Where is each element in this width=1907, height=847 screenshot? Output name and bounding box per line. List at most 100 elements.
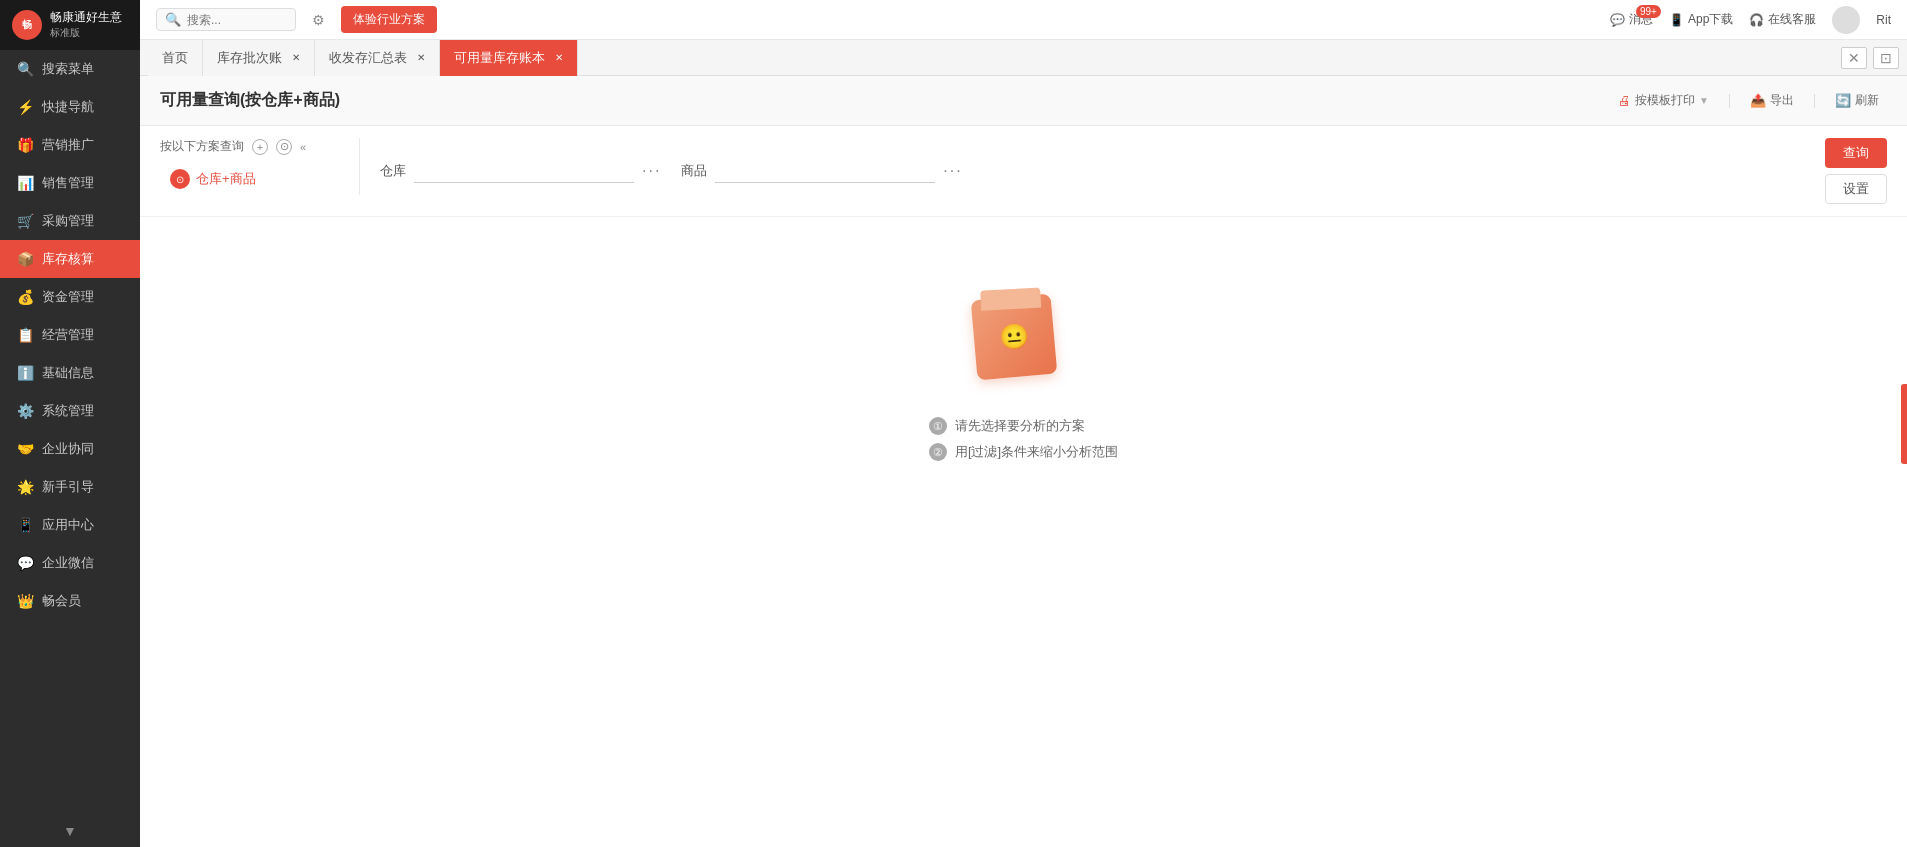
empty-tips: ① 请先选择要分析的方案 ② 用[过滤]条件来缩小分析范围 [929,417,1118,461]
sidebar-item-purchase[interactable]: 🛒采购管理 [0,202,140,240]
goods-input[interactable] [715,159,935,183]
sidebar-item-label: 应用中心 [42,516,94,534]
avatar[interactable] [1832,6,1860,34]
sidebar-item-finance[interactable]: 💰资金管理 [0,278,140,316]
sidebar-item-search[interactable]: 🔍 搜索菜单 [0,50,140,88]
sidebar-item-label: 企业协同 [42,440,94,458]
topbar-search-box[interactable]: 🔍 [156,8,296,31]
warehouse-more-icon[interactable]: ··· [642,162,661,180]
close-window-button[interactable]: ✕ [1841,47,1867,69]
sidebar-item-newuser[interactable]: 🌟 新手引导 [0,468,140,506]
sidebar-scroll-down[interactable]: ▼ [0,815,140,847]
settings-button[interactable]: 设置 [1825,174,1887,204]
collapse-icon[interactable]: « [300,141,306,153]
enterprise-icon: 🤝 [16,441,34,457]
page-title: 可用量查询(按仓库+商品) [160,90,340,111]
page-content: 可用量查询(按仓库+商品) 🖨 按模板打印 ▼ 📤 导出 🔄 刷新 [140,76,1907,847]
tab-close-available[interactable]: ✕ [555,52,563,63]
tab-summary[interactable]: 收发存汇总表 ✕ [315,40,440,76]
newuser-icon: 🌟 [16,479,34,495]
tab-label-available: 可用量库存账本 [454,49,545,67]
scroll-indicator [1901,384,1907,464]
goods-label: 商品 [681,162,707,180]
member-icon: 👑 [16,593,34,609]
tab-label-batch: 库存批次账 [217,49,282,67]
empty-state: 😐 ① 请先选择要分析的方案 ② 用[过滤]条件来缩小分析范围 [140,217,1907,541]
export-button[interactable]: 📤 导出 [1742,88,1802,113]
tab-batch[interactable]: 库存批次账 ✕ [203,40,315,76]
sidebar-item-sales[interactable]: 📊销售管理 [0,164,140,202]
sidebar-item-label: 畅会员 [42,592,81,610]
tab-bar: 首页库存批次账 ✕ 收发存汇总表 ✕ 可用量库存账本 ✕ ✕ ⊡ [140,40,1907,76]
tab-available[interactable]: 可用量库存账本 ✕ [440,40,578,76]
sidebar-item-appcenter[interactable]: 📱应用中心 [0,506,140,544]
print-icon: 🖨 [1618,93,1631,108]
sidebar-item-label: 销售管理 [42,174,94,192]
settings-scheme-icon[interactable]: ⊙ [276,139,292,155]
sidebar-item-label: 基础信息 [42,364,94,382]
goods-filter: 商品 ··· [681,159,962,183]
filter-scheme-item[interactable]: ⊙ 仓库+商品 [160,163,343,195]
sidebar-item-system[interactable]: ⚙️系统管理 [0,392,140,430]
sidebar-item-member[interactable]: 👑 畅会员 [0,582,140,620]
query-button[interactable]: 查询 [1825,138,1887,168]
add-scheme-icon[interactable]: + [252,139,268,155]
filter-area: 按以下方案查询 + ⊙ « ⊙ 仓库+商品 仓库 ··· [140,126,1907,217]
sidebar-nav: 🔍 搜索菜单 ⚡快捷导航 🎁 营销推广 📊销售管理🛒采购管理📦库存核算💰资金管理📋经营管理… [0,50,140,815]
gear-icon[interactable]: ⚙ [308,8,329,32]
maximize-window-button[interactable]: ⊡ [1873,47,1899,69]
tip-num-2: ② [929,443,947,461]
sidebar-item-label: 新手引导 [42,478,94,496]
tab-home[interactable]: 首页 [148,40,203,76]
sidebar-item-label: 搜索菜单 [42,60,94,78]
sidebar-item-label: 采购管理 [42,212,94,230]
divider [1729,94,1730,108]
trial-button[interactable]: 体验行业方案 [341,6,437,33]
sidebar-item-label: 库存核算 [42,250,94,268]
app-download-button[interactable]: 📱 App下载 [1669,11,1733,28]
basic-icon: ℹ️ [16,365,34,381]
scheme-icon: ⊙ [170,169,190,189]
warehouse-input[interactable] [414,159,634,183]
message-button[interactable]: 💬 消息 99+ [1610,11,1653,28]
sidebar-item-enterprise[interactable]: 🤝 企业协同 [0,430,140,468]
tip-num-1: ① [929,417,947,435]
headset-icon: 🎧 [1749,13,1764,27]
search-icon: 🔍 [16,61,34,77]
online-service-button[interactable]: 🎧 在线客服 [1749,11,1816,28]
tab-close-batch[interactable]: ✕ [292,52,300,63]
empty-box-face: 😐 [997,322,1029,353]
search-input[interactable] [187,13,287,27]
search-icon: 🔍 [165,12,181,27]
export-icon: 📤 [1750,93,1766,108]
topbar: 🔍 ⚙ 体验行业方案 💬 消息 99+ 📱 App下载 🎧 在线客服 Rit [140,0,1907,40]
sidebar: 畅 畅康通好生意 标准版 🔍 搜索菜单 ⚡快捷导航 🎁 营销推广 📊销售管理🛒采购管理📦库… [0,0,140,847]
filter-scheme-panel: 按以下方案查询 + ⊙ « ⊙ 仓库+商品 [160,138,360,195]
sidebar-item-label: 资金管理 [42,288,94,306]
main-content: 🔍 ⚙ 体验行业方案 💬 消息 99+ 📱 App下载 🎧 在线客服 Rit [140,0,1907,847]
sidebar-item-basic[interactable]: ℹ️ 基础信息 [0,354,140,392]
sidebar-subtitle: 标准版 [50,26,122,40]
empty-tip-2: ② 用[过滤]条件来缩小分析范围 [929,443,1118,461]
system-icon: ⚙️ [16,403,34,419]
sidebar-item-label: 经营管理 [42,326,94,344]
sidebar-item-label: 快捷导航 [42,98,94,116]
tab-label-summary: 收发存汇总表 [329,49,407,67]
sidebar-header: 畅 畅康通好生意 标准版 [0,0,140,50]
print-button[interactable]: 🖨 按模板打印 ▼ [1610,88,1717,113]
marketing-icon: 🎁 [16,137,34,153]
sidebar-item-label: 营销推广 [42,136,94,154]
sidebar-item-inventory[interactable]: 📦库存核算 [0,240,140,278]
window-buttons: ✕ ⊡ [1841,47,1907,69]
goods-more-icon[interactable]: ··· [943,162,962,180]
refresh-button[interactable]: 🔄 刷新 [1827,88,1887,113]
tab-close-summary[interactable]: ✕ [417,52,425,63]
sidebar-item-operations[interactable]: 📋经营管理 [0,316,140,354]
sidebar-item-shortcut[interactable]: ⚡快捷导航 [0,88,140,126]
topbar-right: 💬 消息 99+ 📱 App下载 🎧 在线客服 Rit [1610,6,1891,34]
tabs-container: 首页库存批次账 ✕ 收发存汇总表 ✕ 可用量库存账本 ✕ [148,40,578,76]
sidebar-item-wechat[interactable]: 💬企业微信 [0,544,140,582]
wechat-icon: 💬 [16,555,34,571]
username-label[interactable]: Rit [1876,13,1891,27]
sidebar-item-marketing[interactable]: 🎁 营销推广 [0,126,140,164]
